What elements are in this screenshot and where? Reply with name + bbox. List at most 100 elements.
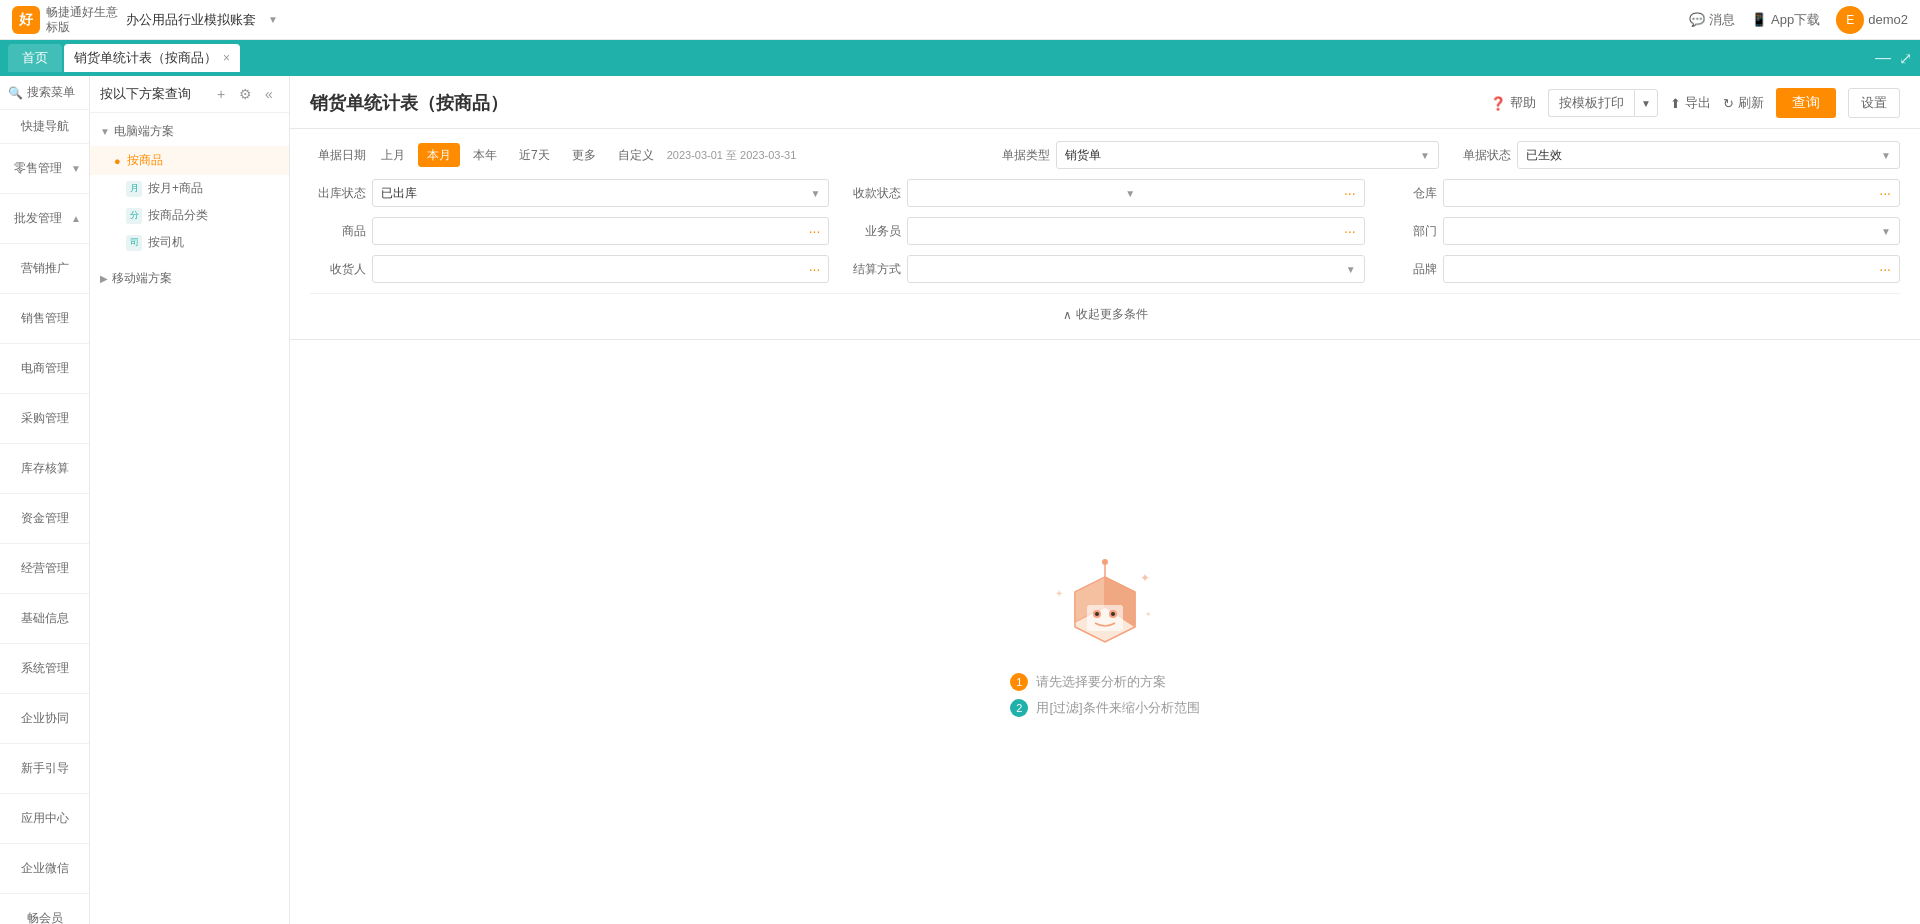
filter-row-1: 单据日期 上月 本月 本年 近7天 更多 自定义 2023-03-01 至 20…	[310, 141, 1900, 169]
user-area[interactable]: E demo2	[1836, 6, 1908, 34]
scheme-collapse-btn[interactable]: «	[259, 84, 279, 104]
sidebar-item-sales[interactable]: 销售管理	[0, 294, 89, 344]
doc-type-control[interactable]: 销货单 ▼	[1056, 141, 1439, 169]
filter-row-2: 出库状态 已出库 ▼ 收款状态 ▼ 仓库	[310, 179, 1900, 207]
doc-type-label: 单据类型	[994, 147, 1050, 164]
sidebar-item-wechat[interactable]: 企业微信	[0, 844, 89, 894]
collapse-filter-btn[interactable]: ∧ 收起更多条件	[1063, 302, 1148, 327]
payment-status-control[interactable]: ▼	[907, 179, 1364, 207]
search-menu-btn[interactable]: 🔍 搜索菜单	[0, 76, 89, 110]
driver-icon: 司	[126, 235, 142, 251]
sidebar-item-purchase[interactable]: 采购管理	[0, 394, 89, 444]
add-scheme-btn[interactable]: +	[211, 84, 231, 104]
empty-illustration: ✦ ✦ ✦	[1045, 547, 1165, 657]
brand-control[interactable]: ···	[1443, 255, 1900, 283]
search-icon: 🔍	[8, 86, 23, 100]
out-status-control[interactable]: 已出库 ▼	[372, 179, 829, 207]
page-header: 销货单统计表（按商品） ❓ 帮助 按模板打印 ▼ ⬆ 导出	[290, 76, 1920, 129]
tab-home[interactable]: 首页	[8, 44, 62, 72]
query-btn[interactable]: 查询	[1776, 88, 1836, 118]
scheme-item-by-category[interactable]: 分 按商品分类	[90, 202, 289, 229]
settlement-label: 结算方式	[845, 261, 901, 278]
sidebar-item-marketing[interactable]: 营销推广	[0, 244, 89, 294]
department-label: 部门	[1381, 223, 1437, 240]
warehouse-control[interactable]: ···	[1443, 179, 1900, 207]
help-icon: ❓	[1490, 96, 1506, 111]
filter-row-4: 收货人 ··· 结算方式 ▼ 品牌	[310, 255, 1900, 283]
settlement-control[interactable]: ▼	[907, 255, 1364, 283]
date-btn-7days[interactable]: 近7天	[510, 143, 559, 167]
industry-dropdown-icon[interactable]: ▼	[268, 14, 278, 25]
logo-text: 畅捷通好生意 标版	[46, 5, 118, 34]
sidebar: 🔍 搜索菜单 快捷导航 零售管理 ▼ 批发管理 ▲ 营销推广 销售管理 电商管理…	[0, 76, 90, 924]
department-control[interactable]: ▼	[1443, 217, 1900, 245]
filter-warehouse: 仓库 ···	[1381, 179, 1900, 207]
tab-active[interactable]: 销货单统计表（按商品） ×	[64, 44, 240, 72]
doc-status-control[interactable]: 已生效 ▼	[1517, 141, 1900, 169]
logo-area: 好 畅捷通好生意 标版	[12, 5, 118, 34]
sidebar-item-guide[interactable]: 新手引导	[0, 744, 89, 794]
sidebar-item-ecommerce[interactable]: 电商管理	[0, 344, 89, 394]
date-btn-this-month[interactable]: 本月	[418, 143, 460, 167]
help-btn[interactable]: ❓ 帮助	[1490, 94, 1536, 112]
right-panel: 销货单统计表（按商品） ❓ 帮助 按模板打印 ▼ ⬆ 导出	[290, 76, 1920, 924]
date-btn-custom[interactable]: 自定义	[609, 143, 663, 167]
scheme-item-by-month-product[interactable]: 月 按月+商品	[90, 175, 289, 202]
logo-icon: 好	[12, 6, 40, 34]
sidebar-item-wholesale[interactable]: 批发管理 ▲	[0, 194, 89, 244]
product-control[interactable]: ···	[372, 217, 829, 245]
app-download-btn[interactable]: 📱 App下载	[1751, 11, 1820, 29]
sidebar-item-operations[interactable]: 经营管理	[0, 544, 89, 594]
sidebar-item-retail[interactable]: 零售管理 ▼	[0, 144, 89, 194]
quick-nav-btn[interactable]: 快捷导航	[0, 110, 89, 144]
mobile-scheme-header[interactable]: ▶ 移动端方案	[90, 264, 289, 293]
chevron-icon: ▼	[71, 163, 81, 174]
refresh-btn[interactable]: ↻ 刷新	[1723, 94, 1764, 112]
hint-item-1: 1 请先选择要分析的方案	[1010, 673, 1199, 691]
tab-minimize-btn[interactable]: —	[1875, 49, 1891, 68]
date-btn-this-year[interactable]: 本年	[464, 143, 506, 167]
sidebar-item-inventory[interactable]: 库存核算	[0, 444, 89, 494]
desktop-scheme-header[interactable]: ▼ 电脑端方案	[90, 117, 289, 146]
filter-out-status: 出库状态 已出库 ▼	[310, 179, 829, 207]
sidebar-item-apps[interactable]: 应用中心	[0, 794, 89, 844]
mobile-scheme-section: ▶ 移动端方案	[90, 260, 289, 297]
export-btn[interactable]: ⬆ 导出	[1670, 94, 1711, 112]
department-arrow-icon: ▼	[1881, 226, 1891, 237]
receiver-control[interactable]: ···	[372, 255, 829, 283]
sidebar-item-enterprise[interactable]: 企业协同	[0, 694, 89, 744]
scheme-settings-btn[interactable]: ⚙	[235, 84, 255, 104]
user-avatar: E	[1836, 6, 1864, 34]
brand-dots-icon: ···	[1879, 261, 1891, 277]
tab-maximize-btn[interactable]: ⤢	[1899, 49, 1912, 68]
filter-doc-status: 单据状态 已生效 ▼	[1455, 141, 1900, 169]
scheme-item-by-product[interactable]: ● 按商品	[90, 146, 289, 175]
salesperson-control[interactable]: ···	[907, 217, 1364, 245]
sidebar-item-basic[interactable]: 基础信息	[0, 594, 89, 644]
template-print-group: 按模板打印 ▼	[1548, 89, 1658, 117]
tab-close-btn[interactable]: ×	[223, 51, 230, 65]
template-print-dropdown-btn[interactable]: ▼	[1634, 89, 1658, 117]
filter-date: 单据日期 上月 本月 本年 近7天 更多 自定义 2023-03-01 至 20…	[310, 143, 978, 167]
left-panel-actions: + ⚙ «	[211, 84, 279, 104]
sidebar-item-finance[interactable]: 资金管理	[0, 494, 89, 544]
section-expand-icon: ▼	[100, 126, 110, 137]
salesperson-label: 业务员	[845, 223, 901, 240]
date-label: 单据日期	[310, 147, 366, 164]
settings-btn[interactable]: 设置	[1848, 88, 1900, 118]
date-btn-more[interactable]: 更多	[563, 143, 605, 167]
date-btn-last-month[interactable]: 上月	[372, 143, 414, 167]
filter-receiver: 收货人 ···	[310, 255, 829, 283]
template-print-btn[interactable]: 按模板打印	[1548, 89, 1634, 117]
sidebar-item-system[interactable]: 系统管理	[0, 644, 89, 694]
svg-text:✦: ✦	[1140, 571, 1150, 585]
scheme-item-by-driver[interactable]: 司 按司机	[90, 229, 289, 256]
svg-point-6	[1095, 612, 1099, 616]
export-icon: ⬆	[1670, 96, 1681, 111]
settlement-arrow-icon: ▼	[1346, 264, 1356, 275]
industry-title[interactable]: 办公用品行业模拟账套	[126, 11, 256, 29]
messages-btn[interactable]: 💬 消息	[1689, 11, 1735, 29]
sidebar-item-member[interactable]: 畅会员	[0, 894, 89, 924]
out-status-label: 出库状态	[310, 185, 366, 202]
svg-rect-3	[1087, 605, 1123, 631]
